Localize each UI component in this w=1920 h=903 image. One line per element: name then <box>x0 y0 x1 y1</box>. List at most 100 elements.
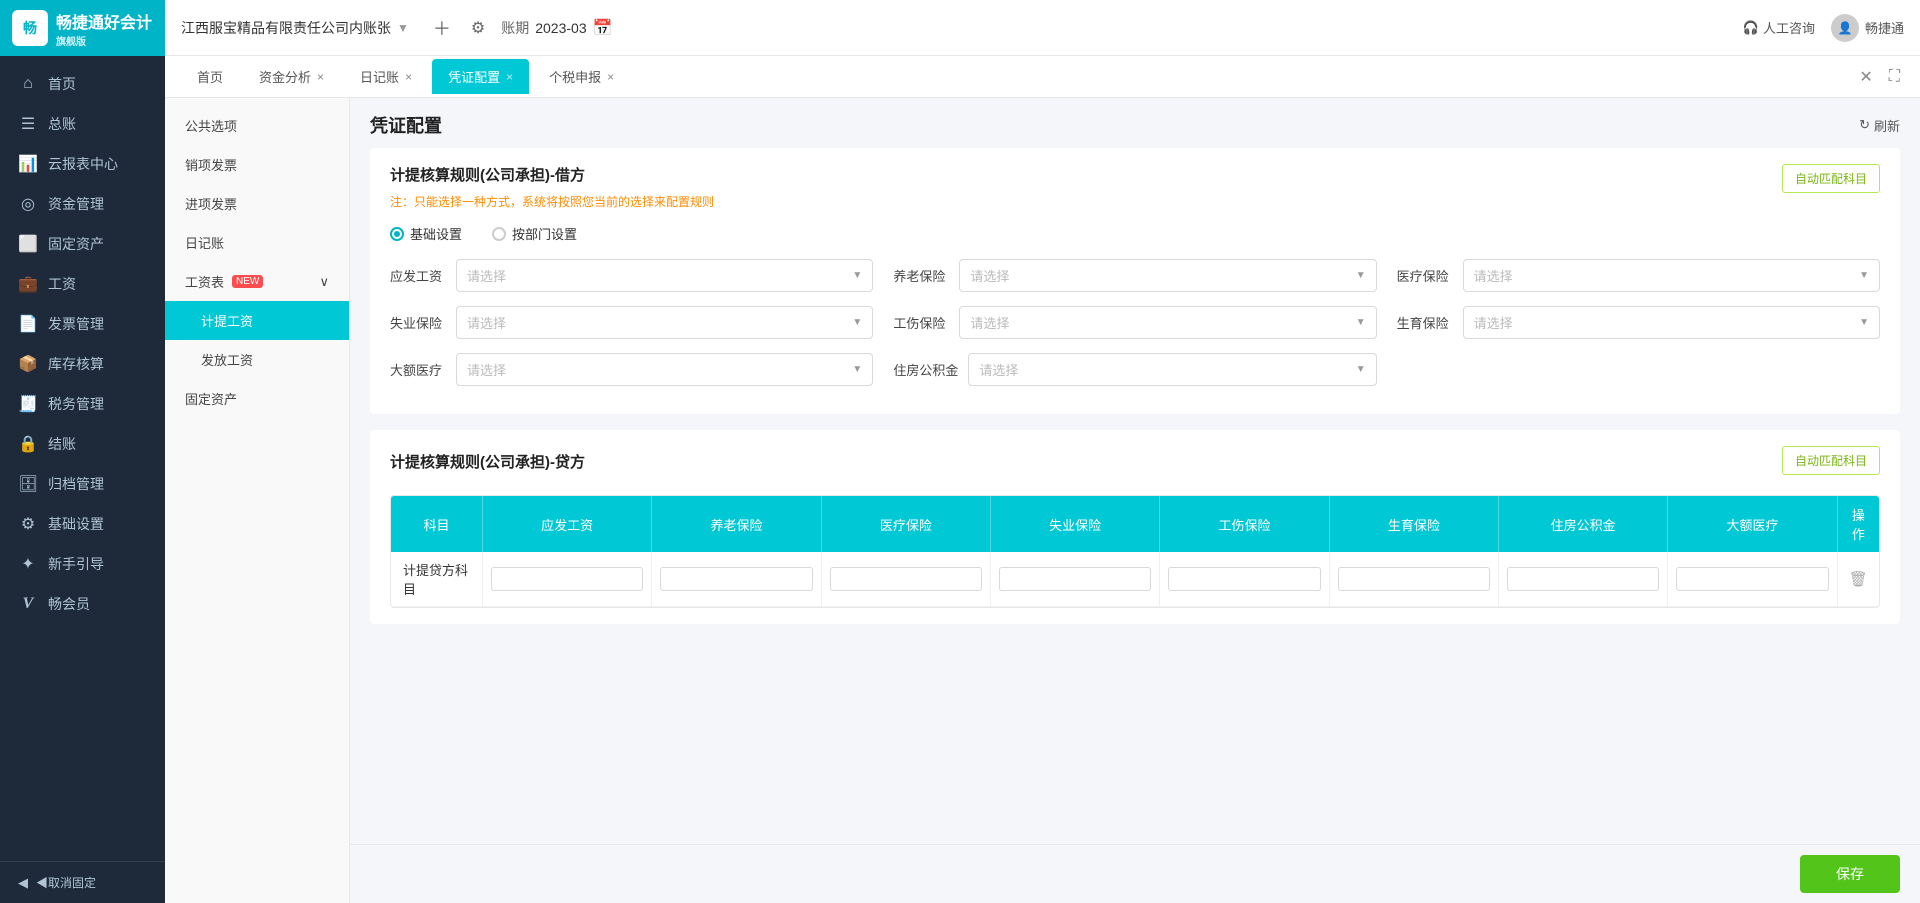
left-panel: 公共选项 销项发票 进项发票 日记账 工资表 NEW ∨ 计提工资 <box>165 98 350 903</box>
select-shengyu[interactable]: 请选择 ▼ <box>1463 306 1880 339</box>
input-zhufang[interactable] <box>1507 567 1659 591</box>
select-daeyiliao[interactable]: 请选择 ▼ <box>456 353 873 386</box>
tab-tax[interactable]: 个税申报 × <box>533 59 630 94</box>
settings-button[interactable]: ⚙ <box>467 14 489 42</box>
select-shiye[interactable]: 请选择 ▼ <box>456 306 873 339</box>
sidebar-item-ledger[interactable]: ☰ 总账 <box>0 104 165 144</box>
col-gongshang: 工伤保险 <box>1160 496 1329 552</box>
field-daeyiliao: 大额医疗 请选择 ▼ <box>390 353 873 386</box>
sidebar-item-funds[interactable]: ◎ 资金管理 <box>0 184 165 224</box>
credit-section: 计提核算规则(公司承担)-贷方 自动匹配科目 科目 应发工资 养老保险 医疗保险 <box>370 430 1900 624</box>
select-gongshang[interactable]: 请选择 ▼ <box>959 306 1376 339</box>
assets-icon: ⬜ <box>18 234 38 254</box>
field-yiliao: 医疗保险 请选择 ▼ <box>1397 259 1880 292</box>
col-shiye: 失业保险 <box>991 496 1160 552</box>
debit-auto-match-btn[interactable]: 自动匹配科目 <box>1782 164 1880 193</box>
cancel-fixed-btn[interactable]: ◀ ◀取消固定 <box>0 861 165 903</box>
tabbar: 首页 资金分析 × 日记账 × 凭证配置 × 个税申报 × ✕ ⛶ <box>165 56 1920 98</box>
credit-auto-match-btn[interactable]: 自动匹配科目 <box>1782 446 1880 475</box>
left-panel-fixed-assets[interactable]: 固定资产 <box>165 379 349 418</box>
service-btn[interactable]: 🎧 人工咨询 <box>1743 18 1815 37</box>
debit-section-note: 注：只能选择一种方式，系统将按照您当前的选择来配置规则 <box>390 193 714 210</box>
period-selector[interactable]: 账期 2023-03 📅 <box>501 18 612 38</box>
tab-close-voucher[interactable]: × <box>506 70 513 84</box>
sidebar-item-inventory[interactable]: 📦 库存核算 <box>0 344 165 384</box>
input-yanglao[interactable] <box>660 567 812 591</box>
tab-voucher[interactable]: 凭证配置 × <box>432 59 529 94</box>
tab-close-journal[interactable]: × <box>405 70 412 84</box>
field-gongshang: 工伤保险 请选择 ▼ <box>893 306 1376 339</box>
form-area: 计提核算规则(公司承担)-借方 注：只能选择一种方式，系统将按照您当前的选择来配… <box>350 148 1920 844</box>
cell-zhufang[interactable] <box>1498 552 1667 607</box>
page-title: 凭证配置 <box>370 112 442 138</box>
sidebar-item-close[interactable]: 🔒 结账 <box>0 424 165 464</box>
add-button[interactable]: ＋ <box>429 11 455 45</box>
chevron-down-icon: ▼ <box>852 317 862 328</box>
refresh-button[interactable]: ↻ 刷新 <box>1859 116 1900 135</box>
select-yiliao[interactable]: 请选择 ▼ <box>1463 259 1880 292</box>
sidebar-item-salary[interactable]: 💼 工资 <box>0 264 165 304</box>
period-value: 2023-03 <box>535 20 586 36</box>
left-panel-pay[interactable]: 发放工资 <box>165 340 349 379</box>
cell-yiliao[interactable] <box>821 552 990 607</box>
select-zhufang[interactable]: 请选择 ▼ <box>968 353 1376 386</box>
field-yingfa: 应发工资 请选择 ▼ <box>390 259 873 292</box>
sidebar-item-tax[interactable]: 🧾 税务管理 <box>0 384 165 424</box>
close-all-tabs-btn[interactable]: ✕ <box>1855 63 1876 91</box>
expand-tabs-btn[interactable]: ⛶ <box>1885 63 1904 91</box>
sidebar-item-reports[interactable]: 📊 云报表中心 <box>0 144 165 184</box>
debit-form-grid: 应发工资 请选择 ▼ 养老保险 请选择 ▼ <box>390 259 1880 386</box>
left-panel-accrue[interactable]: 计提工资 <box>165 301 349 340</box>
delete-row-btn[interactable]: 🗑 <box>1849 570 1868 588</box>
sidebar-nav: ⌂ 首页 ☰ 总账 📊 云报表中心 ◎ 资金管理 ⬜ 固定资产 💼 工资 📄 发… <box>0 56 165 861</box>
sidebar-item-guide[interactable]: ✦ 新手引导 <box>0 544 165 584</box>
tab-journal[interactable]: 日记账 × <box>344 59 428 94</box>
sidebar-item-assets[interactable]: ⬜ 固定资产 <box>0 224 165 264</box>
cell-gongshang[interactable] <box>1160 552 1329 607</box>
reports-icon: 📊 <box>18 154 38 174</box>
funds-icon: ◎ <box>18 194 38 214</box>
cell-yanglao[interactable] <box>652 552 821 607</box>
left-panel-journal[interactable]: 日记账 <box>165 223 349 262</box>
cell-action[interactable]: 🗑 <box>1837 552 1879 607</box>
refresh-icon: ↻ <box>1859 117 1870 133</box>
left-panel-salary-table[interactable]: 工资表 NEW ∨ <box>165 262 349 301</box>
sidebar-item-archive[interactable]: 🗄 归档管理 <box>0 464 165 504</box>
sidebar-item-basic[interactable]: ⚙ 基础设置 <box>0 504 165 544</box>
user-menu[interactable]: 👤 畅捷通 <box>1831 14 1904 42</box>
radio-basic[interactable]: 基础设置 <box>390 224 462 243</box>
input-daeyiliao[interactable] <box>1676 567 1828 591</box>
sidebar-item-home[interactable]: ⌂ 首页 <box>0 64 165 104</box>
left-panel-public[interactable]: 公共选项 <box>165 106 349 145</box>
close-accounts-icon: 🔒 <box>18 434 38 454</box>
field-shiye: 失业保险 请选择 ▼ <box>390 306 873 339</box>
tab-funds[interactable]: 资金分析 × <box>243 59 340 94</box>
select-yingfa[interactable]: 请选择 ▼ <box>456 259 873 292</box>
input-gongshang[interactable] <box>1168 567 1320 591</box>
tab-home[interactable]: 首页 <box>181 59 239 94</box>
input-yiliao[interactable] <box>830 567 982 591</box>
input-shengyu[interactable] <box>1338 567 1490 591</box>
company-selector[interactable]: 江西服宝精品有限责任公司内账张 ▼ <box>181 18 409 38</box>
cell-shiye[interactable] <box>991 552 1160 607</box>
radio-dept[interactable]: 按部门设置 <box>492 224 577 243</box>
period-label: 账期 <box>501 18 529 38</box>
left-panel-sales[interactable]: 销项发票 <box>165 145 349 184</box>
left-panel-purchase[interactable]: 进项发票 <box>165 184 349 223</box>
save-button[interactable]: 保存 <box>1800 855 1900 893</box>
sidebar-item-invoice[interactable]: 📄 发票管理 <box>0 304 165 344</box>
cancel-fixed-icon: ◀ <box>18 875 28 891</box>
tax-icon: 🧾 <box>18 394 38 414</box>
cell-shengyu[interactable] <box>1329 552 1498 607</box>
tab-close-tax[interactable]: × <box>607 70 614 84</box>
select-yanglao[interactable]: 请选择 ▼ <box>959 259 1376 292</box>
input-shiye[interactable] <box>999 567 1151 591</box>
cell-yingfa[interactable] <box>483 552 652 607</box>
cell-daeyiliao[interactable] <box>1668 552 1837 607</box>
chevron-down-icon: ▼ <box>1859 270 1869 281</box>
input-yingfa[interactable] <box>491 567 643 591</box>
sidebar-item-member[interactable]: V 畅会员 <box>0 584 165 624</box>
ledger-icon: ☰ <box>18 114 38 134</box>
tab-close-funds[interactable]: × <box>317 70 324 84</box>
col-action: 操作 <box>1837 496 1879 552</box>
